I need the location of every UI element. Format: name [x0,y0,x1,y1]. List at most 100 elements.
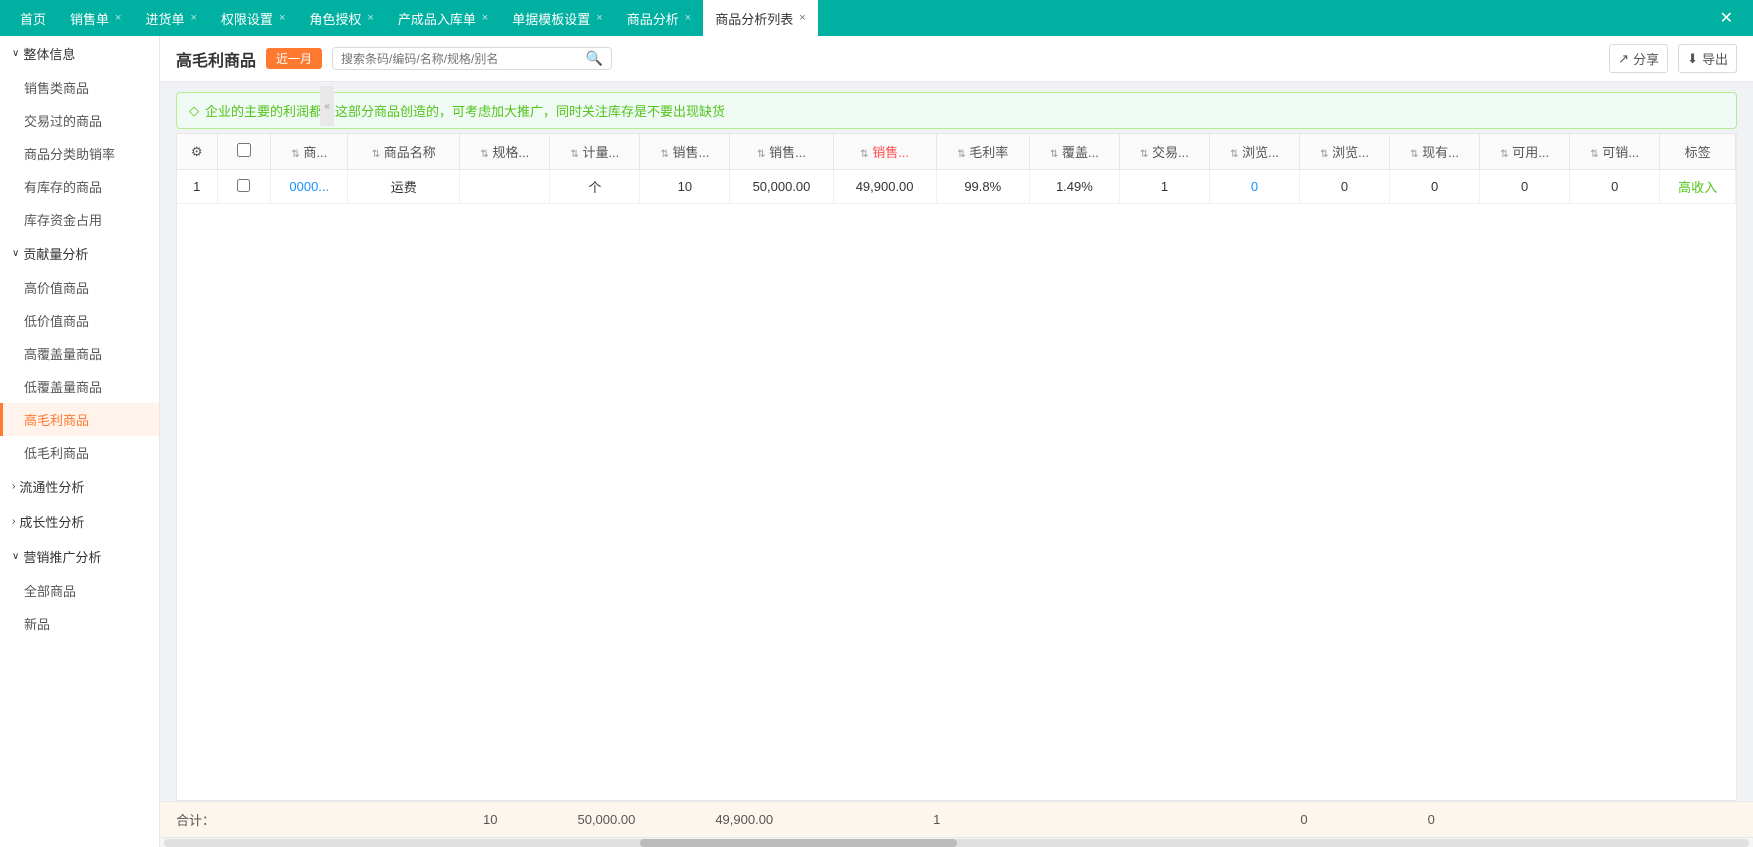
cell-name: 运费 [348,170,460,204]
nav-sales[interactable]: 销售单 × [58,0,133,36]
cell-tag: 高收入 [1660,170,1736,204]
cell-browse2: 0 [1300,170,1390,204]
chevron-down-icon: ∨ [12,248,19,259]
cell-browse1: 0 [1209,170,1299,204]
th-code: ⇅ 商... [271,134,348,170]
footer-sales-qty: 10 [483,812,497,827]
share-button[interactable]: ↗ 分享 [1609,44,1668,73]
chevron-right-icon: › [12,481,15,492]
export-button[interactable]: ⬇ 导出 [1678,44,1737,73]
sidebar-item-stock-capital[interactable]: 库存资金占用 [0,203,159,236]
footer-sales-profit: 49,900.00 [715,812,773,827]
share-icon: ↗ [1618,51,1629,67]
sort-icon: ⇅ [1230,149,1238,160]
sort-icon: ⇅ [957,149,965,160]
nav-production[interactable]: 产成品入库单 × [386,0,500,36]
close-icon[interactable]: × [596,12,602,24]
chevron-right-icon: › [12,516,15,527]
th-spec: ⇅ 规格... [460,134,550,170]
info-banner: ◇ 企业的主要的利润都是这部分商品创造的，可考虑加大推广，同时关注库存是不要出现… [176,92,1737,129]
sort-icon: ⇅ [570,149,578,160]
sort-icon: ⇅ [1320,149,1328,160]
scrollbar-thumb[interactable] [640,839,957,847]
sidebar-item-traded-goods[interactable]: 交易过的商品 [0,104,159,137]
search-input[interactable] [341,52,586,66]
sidebar-section-liquidity[interactable]: › 流通性分析 [0,469,159,504]
cell-unit: 个 [550,170,640,204]
sort-icon: ⇅ [757,149,765,160]
period-button[interactable]: 近一月 [266,48,322,69]
th-sales-amount: ⇅ 销售... [730,134,833,170]
close-icon[interactable]: × [279,12,285,24]
nav-purchase[interactable]: 进货单 × [133,0,208,36]
sidebar-item-all-goods[interactable]: 全部商品 [0,574,159,607]
table-wrapper[interactable]: ⚙ ⇅ 商... ⇅ 商品名称 [176,133,1737,801]
sidebar-item-new-goods[interactable]: 新品 [0,607,159,640]
top-nav: 首页 销售单 × 进货单 × 权限设置 × 角色授权 × 产成品入库单 × 单据… [0,0,1753,36]
sidebar-section-contribution[interactable]: ∨ 贡献量分析 [0,236,159,271]
th-coverage: ⇅ 覆盖... [1029,134,1119,170]
sidebar-section-overview[interactable]: ∨ 整体信息 [0,36,159,71]
cell-saleable: 0 [1570,170,1660,204]
th-available: ⇅ 可用... [1480,134,1570,170]
footer-current-stock: 0 [1300,812,1307,827]
sort-icon: ⇅ [660,149,668,160]
close-icon[interactable]: × [799,12,805,24]
cell-code: 0000... [271,170,348,204]
sidebar-item-low-coverage[interactable]: 低覆盖量商品 [0,370,159,403]
sidebar-item-high-margin[interactable]: 高毛利商品 [0,403,159,436]
select-all-checkbox[interactable] [232,143,256,157]
sort-icon: ⇅ [1410,149,1418,160]
nav-role[interactable]: 角色授权 × [297,0,385,36]
footer-sales-amount: 50,000.00 [577,812,635,827]
nav-template[interactable]: 单据模板设置 × [500,0,614,36]
cell-gross-margin: 99.8% [936,170,1029,204]
table-footer: 合计： 10 50,000.00 49,900.00 1 0 0 [160,801,1753,837]
sidebar: ∨ 整体信息 销售类商品 交易过的商品 商品分类助销率 有库存的商品 库存资金占… [0,36,160,847]
th-gross-margin: ⇅ 毛利率 [936,134,1029,170]
close-icon[interactable]: × [685,12,691,24]
close-icon[interactable]: × [367,12,373,24]
cell-sales-qty: 10 [640,170,730,204]
cell-index: 1 [177,170,217,204]
close-icon[interactable]: × [115,12,121,24]
sidebar-item-stock-goods[interactable]: 有库存的商品 [0,170,159,203]
nav-permission[interactable]: 权限设置 × [209,0,297,36]
sidebar-item-high-coverage[interactable]: 高覆盖量商品 [0,337,159,370]
search-icon[interactable]: 🔍 [586,50,603,67]
settings-icon[interactable]: ⚙ [191,144,203,159]
close-icon[interactable]: × [190,12,196,24]
search-box: 🔍 [332,47,612,70]
sort-icon: ⇅ [1140,149,1148,160]
chevron-down-icon: ∨ [12,551,19,562]
cell-spec [460,170,550,204]
footer-label: 合计： [176,810,215,829]
sidebar-section-marketing[interactable]: ∨ 营销推广分析 [0,539,159,574]
sidebar-item-high-value[interactable]: 高价值商品 [0,271,159,304]
sort-icon: ⇅ [1590,149,1598,160]
nav-analysis[interactable]: 商品分析 × [615,0,703,36]
th-tag: 标签 [1660,134,1736,170]
sort-icon: ⇅ [480,149,488,160]
page-title: 高毛利商品 [176,47,256,71]
sort-icon: ⇅ [291,149,299,160]
th-browse1: ⇅ 浏览... [1209,134,1299,170]
chevron-down-icon: ∨ [12,48,19,59]
th-name: ⇅ 商品名称 [348,134,460,170]
horizontal-scrollbar[interactable] [160,837,1753,847]
close-icon[interactable]: × [482,12,488,24]
sidebar-section-growth[interactable]: › 成长性分析 [0,504,159,539]
sidebar-item-low-value[interactable]: 低价值商品 [0,304,159,337]
footer-available: 0 [1428,812,1435,827]
cell-transaction: 1 [1119,170,1209,204]
sidebar-item-low-margin[interactable]: 低毛利商品 [0,436,159,469]
sidebar-collapse-button[interactable]: « [320,86,334,126]
nav-analysis-list[interactable]: 商品分析列表 × [703,0,817,36]
cell-checkbox [217,170,271,204]
table-row: 1 0000... 运费 个 10 50,000.00 49,900.00 99… [177,170,1736,204]
sidebar-item-sales-goods[interactable]: 销售类商品 [0,71,159,104]
window-close-button[interactable]: ✕ [1708,8,1745,28]
nav-home[interactable]: 首页 [8,0,58,36]
sidebar-item-category-rate[interactable]: 商品分类助销率 [0,137,159,170]
row-checkbox[interactable] [237,179,250,192]
